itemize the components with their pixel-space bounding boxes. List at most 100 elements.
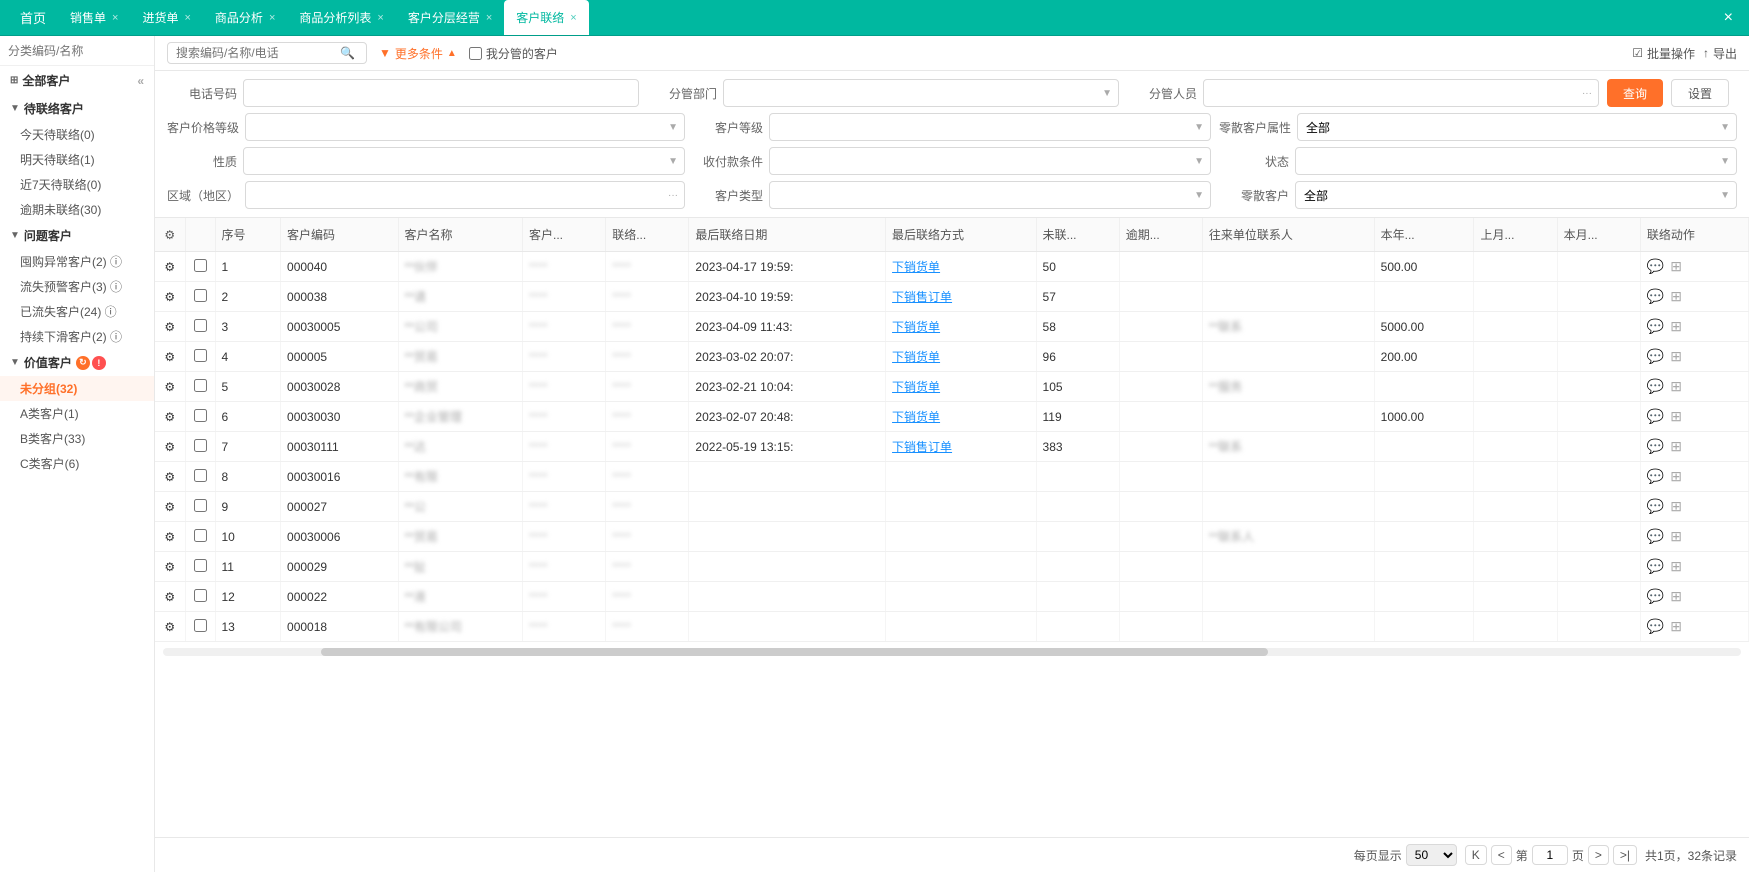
region-select[interactable]: ··· xyxy=(245,181,685,209)
nav-tab-customer-tier[interactable]: 客户分层经营 × xyxy=(396,0,504,35)
message-icon[interactable]: 💬 xyxy=(1647,348,1664,365)
sidebar-item-abnormal[interactable]: 囤购异常客户(2) ⓘ xyxy=(0,249,154,274)
message-icon[interactable]: 💬 xyxy=(1647,288,1664,305)
query-button[interactable]: 查询 xyxy=(1607,79,1663,107)
prev-page-button[interactable]: < xyxy=(1491,845,1512,865)
nav-tab-analysis-list[interactable]: 商品分析列表 × xyxy=(287,0,395,35)
sidebar-group-problem[interactable]: ▼ 问题客户 xyxy=(0,222,154,249)
refresh-icon[interactable]: ↻ xyxy=(76,356,90,370)
qr-icon[interactable]: ⊞ xyxy=(1670,408,1682,425)
sidebar-item-class-a[interactable]: A类客户(1) xyxy=(0,401,154,426)
dept-select[interactable]: ▼ xyxy=(723,79,1119,107)
price-level-select[interactable]: ▼ xyxy=(245,113,685,141)
page-size-select[interactable]: 50 100 200 xyxy=(1406,844,1457,866)
sidebar-item-churn-warning[interactable]: 流失预警客户(3) ⓘ xyxy=(0,274,154,299)
td-checkbox[interactable] xyxy=(185,432,215,462)
sidebar-group-pending[interactable]: ▼ 待联络客户 xyxy=(0,95,154,122)
qr-icon[interactable]: ⊞ xyxy=(1670,588,1682,605)
sidebar-item-today[interactable]: 今天待联络(0) xyxy=(0,122,154,147)
sidebar-item-churned[interactable]: 已流失客户(24) ⓘ xyxy=(0,299,154,324)
message-icon[interactable]: 💬 xyxy=(1647,408,1664,425)
td-last-way[interactable]: 下销货单 xyxy=(886,372,1036,402)
qr-icon[interactable]: ⊞ xyxy=(1670,258,1682,275)
close-icon[interactable]: × xyxy=(269,12,275,24)
close-icon[interactable]: × xyxy=(570,12,576,24)
qr-icon[interactable]: ⊞ xyxy=(1670,438,1682,455)
payment-select[interactable]: ▼ xyxy=(769,147,1211,175)
my-customers-toggle[interactable] xyxy=(469,47,482,60)
td-checkbox[interactable] xyxy=(185,612,215,642)
td-checkbox[interactable] xyxy=(185,582,215,612)
td-last-way[interactable] xyxy=(886,612,1036,642)
qr-icon[interactable]: ⊞ xyxy=(1670,558,1682,575)
customer-level-select[interactable]: ▼ xyxy=(769,113,1211,141)
more-conditions-button[interactable]: ▼ 更多条件 ▲ xyxy=(379,45,457,62)
td-checkbox[interactable] xyxy=(185,342,215,372)
nav-tab-analysis[interactable]: 商品分析 × xyxy=(203,0,287,35)
message-icon[interactable]: 💬 xyxy=(1647,318,1664,335)
td-last-way[interactable]: 下销货单 xyxy=(886,342,1036,372)
td-checkbox[interactable] xyxy=(185,252,215,282)
message-icon[interactable]: 💬 xyxy=(1647,468,1664,485)
td-last-way[interactable] xyxy=(886,582,1036,612)
td-checkbox[interactable] xyxy=(185,402,215,432)
sidebar-item-tomorrow[interactable]: 明天待联络(1) xyxy=(0,147,154,172)
td-checkbox[interactable] xyxy=(185,552,215,582)
message-icon[interactable]: 💬 xyxy=(1647,258,1664,275)
last-page-button[interactable]: >| xyxy=(1613,845,1637,865)
qr-icon[interactable]: ⊞ xyxy=(1670,378,1682,395)
nav-home[interactable]: 首页 xyxy=(8,8,58,27)
qr-icon[interactable]: ⊞ xyxy=(1670,348,1682,365)
message-icon[interactable]: 💬 xyxy=(1647,498,1664,515)
sidebar-all-customers[interactable]: ⊞ 全部客户 « xyxy=(0,66,154,95)
nav-tab-sales[interactable]: 销售单 × xyxy=(58,0,130,35)
sidebar-item-overdue[interactable]: 逾期未联络(30) xyxy=(0,197,154,222)
batch-op-button[interactable]: ☑ 批量操作 xyxy=(1632,45,1695,62)
td-checkbox[interactable] xyxy=(185,522,215,552)
customer-type-select[interactable]: ▼ xyxy=(769,181,1211,209)
sidebar-collapse-icon[interactable]: « xyxy=(137,74,144,88)
td-checkbox[interactable] xyxy=(185,312,215,342)
close-icon[interactable]: × xyxy=(112,12,118,24)
message-icon[interactable]: 💬 xyxy=(1647,528,1664,545)
sidebar-item-ungroup[interactable]: 未分组(32) xyxy=(0,376,154,401)
close-icon[interactable]: × xyxy=(184,12,190,24)
nav-tab-purchase[interactable]: 进货单 × xyxy=(130,0,202,35)
message-icon[interactable]: 💬 xyxy=(1647,438,1664,455)
td-last-way[interactable]: 下销货单 xyxy=(886,402,1036,432)
qr-icon[interactable]: ⊞ xyxy=(1670,288,1682,305)
search-icon[interactable]: 🔍 xyxy=(340,46,355,60)
close-all-button[interactable]: × xyxy=(1716,9,1741,27)
sidebar-group-value[interactable]: ▼ 价值客户 ↻ ! xyxy=(0,349,154,376)
close-icon[interactable]: × xyxy=(486,12,492,24)
td-last-way[interactable]: 下销售订单 xyxy=(886,432,1036,462)
search-input[interactable] xyxy=(176,46,336,60)
td-last-way[interactable]: 下销售订单 xyxy=(886,282,1036,312)
nav-tab-customer-contact[interactable]: 客户联络 × xyxy=(504,0,588,35)
td-checkbox[interactable] xyxy=(185,282,215,312)
qr-icon[interactable]: ⊞ xyxy=(1670,318,1682,335)
phone-input[interactable] xyxy=(243,79,639,107)
sidebar-item-class-c[interactable]: C类客户(6) xyxy=(0,451,154,476)
sidebar-item-declining[interactable]: 持续下滑客户(2) ⓘ xyxy=(0,324,154,349)
nature-select[interactable]: ▼ xyxy=(243,147,685,175)
message-icon[interactable]: 💬 xyxy=(1647,588,1664,605)
td-last-way[interactable] xyxy=(886,492,1036,522)
td-last-way[interactable]: 下销货单 xyxy=(886,252,1036,282)
status-select[interactable]: ▼ xyxy=(1295,147,1737,175)
message-icon[interactable]: 💬 xyxy=(1647,618,1664,635)
sidebar-item-7days[interactable]: 近7天待联络(0) xyxy=(0,172,154,197)
message-icon[interactable]: 💬 xyxy=(1647,558,1664,575)
td-checkbox[interactable] xyxy=(185,462,215,492)
manager-select[interactable]: ··· xyxy=(1203,79,1599,107)
td-last-way[interactable] xyxy=(886,462,1036,492)
td-last-way[interactable] xyxy=(886,552,1036,582)
retail-attr-select[interactable]: 全部 ▼ xyxy=(1297,113,1737,141)
qr-icon[interactable]: ⊞ xyxy=(1670,468,1682,485)
next-page-button[interactable]: > xyxy=(1588,845,1609,865)
qr-icon[interactable]: ⊞ xyxy=(1670,618,1682,635)
message-icon[interactable]: 💬 xyxy=(1647,378,1664,395)
first-page-button[interactable]: K xyxy=(1465,845,1487,865)
td-last-way[interactable] xyxy=(886,522,1036,552)
td-checkbox[interactable] xyxy=(185,372,215,402)
